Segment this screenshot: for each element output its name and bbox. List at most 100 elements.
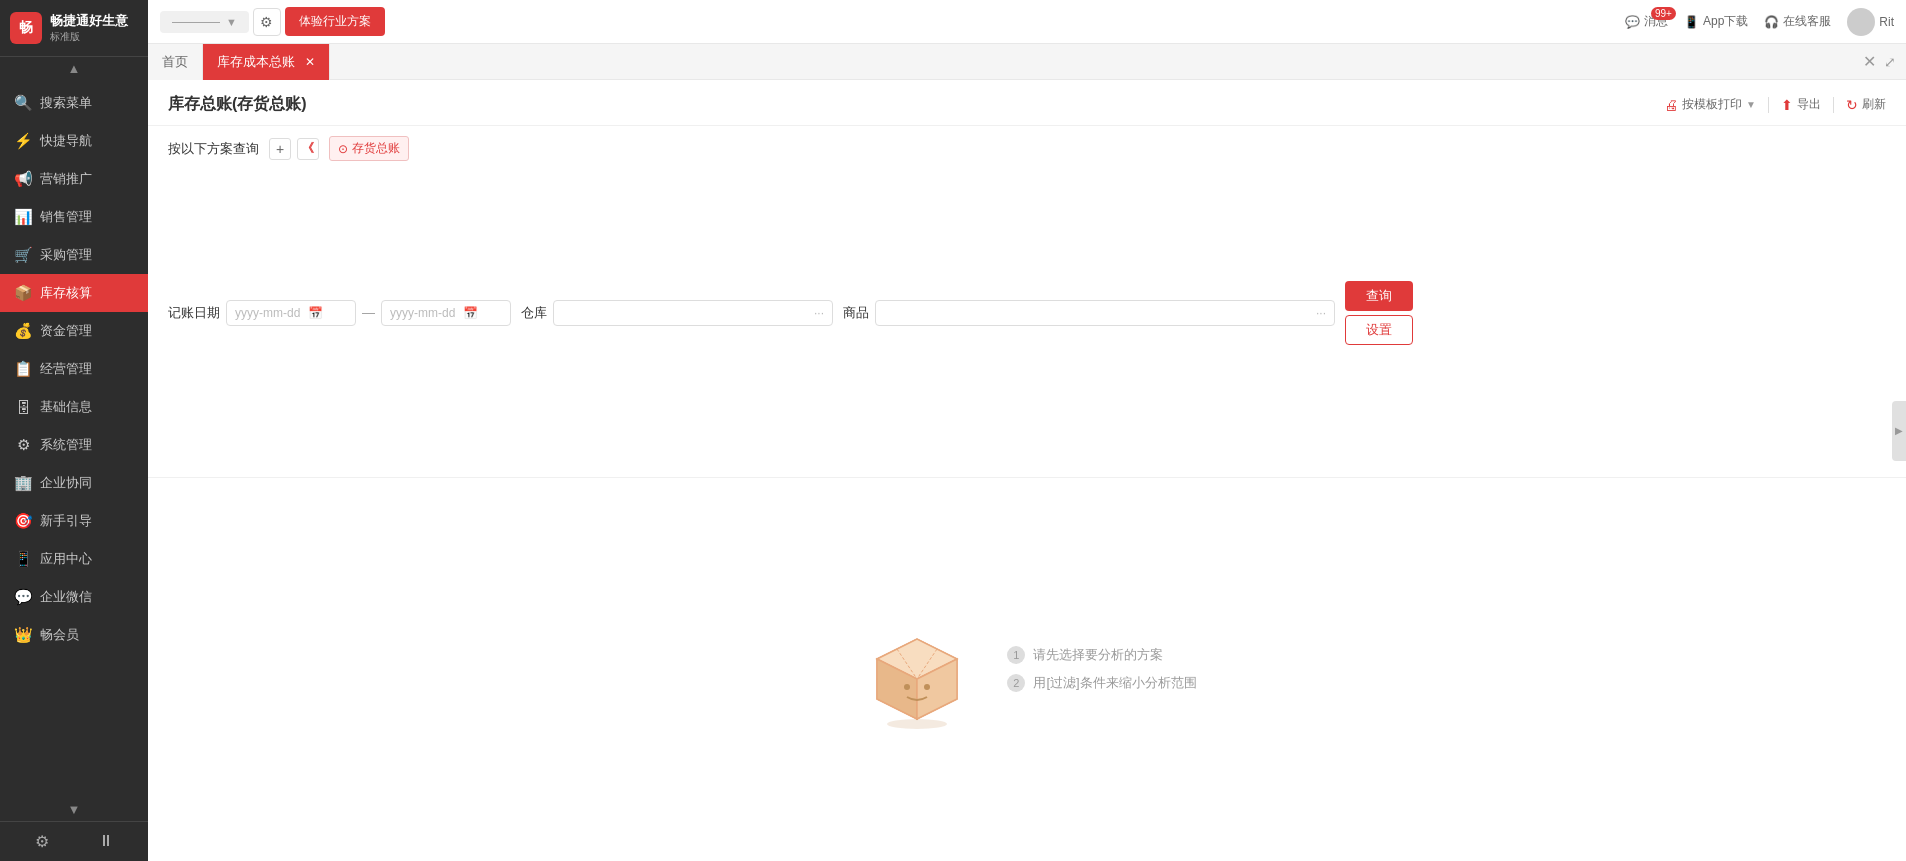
headset-icon: 🎧 (1764, 15, 1779, 29)
refresh-btn[interactable]: ↻ 刷新 (1846, 96, 1886, 113)
empty-svg (857, 609, 977, 729)
wechat-nav-icon: 💬 (14, 588, 32, 606)
sound-footer-btn[interactable]: ⏸ (98, 832, 114, 851)
sidebar-item-label: 基础信息 (40, 398, 92, 416)
filter-fields: 记账日期 yyyy-mm-dd 📅 — yyyy-mm-dd 📅 仓库 ··· (148, 161, 1906, 478)
operation-nav-icon: 📋 (14, 360, 32, 378)
printer-icon: 🖨 (1664, 97, 1678, 113)
breadcrumb[interactable]: ———— ▼ (160, 11, 249, 33)
product-field-group: 商品 ··· (843, 300, 1335, 326)
date-to-input[interactable]: yyyy-mm-dd 📅 (381, 300, 511, 326)
svg-point-7 (904, 684, 910, 690)
sidebar-item-label: 快捷导航 (40, 132, 92, 150)
avatar (1847, 8, 1875, 36)
sidebar-item-marketing[interactable]: 📢 营销推广 (0, 160, 148, 198)
system-nav-icon: ⚙ (14, 436, 32, 454)
sidebar-item-shortcut[interactable]: ⚡ 快捷导航 (0, 122, 148, 160)
page-header: 库存总账(存货总账) 🖨 按模板打印 ▼ ⬆ 导出 ↻ 刷新 (148, 80, 1906, 126)
print-btn[interactable]: 🖨 按模板打印 ▼ (1664, 96, 1756, 113)
expand-panel-icon[interactable]: ⤢ (1884, 54, 1896, 70)
sidebar-item-label: 营销推广 (40, 170, 92, 188)
tab-close-icon[interactable]: ✕ (305, 55, 315, 69)
warehouse-input[interactable]: ··· (553, 300, 833, 326)
guide-nav-icon: 🎯 (14, 512, 32, 530)
filter-scheme: ⊙ 存货总账 (329, 136, 409, 161)
sidebar: 畅 畅捷通好生意 标准版 ▲ 🔍 搜索菜单 ⚡ 快捷导航 📢 营销推广 📊 销售… (0, 0, 148, 861)
message-btn[interactable]: 💬 消息 99+ (1625, 13, 1668, 30)
topbar-settings-btn[interactable]: ⚙ (253, 8, 281, 36)
topbar-nav: ———— ▼ ⚙ 体验行业方案 (160, 7, 1617, 36)
sidebar-item-guide[interactable]: 🎯 新手引导 (0, 502, 148, 540)
close-panel-icon[interactable]: ✕ (1863, 52, 1876, 71)
filter-collapse-btn[interactable]: 《 (297, 138, 319, 160)
query-button[interactable]: 查询 (1345, 281, 1413, 311)
calendar-icon2: 📅 (463, 306, 478, 320)
tab-inventory-cost[interactable]: 库存成本总账 ✕ (203, 44, 330, 80)
app-download-label: App下载 (1703, 13, 1748, 30)
refresh-label: 刷新 (1862, 96, 1886, 113)
logo-sub: 标准版 (50, 30, 128, 43)
warehouse-field-group: 仓库 ··· (521, 300, 833, 326)
settings-button[interactable]: 设置 (1345, 315, 1413, 345)
export-btn[interactable]: ⬆ 导出 (1781, 96, 1821, 113)
filter-add-btn[interactable]: + (269, 138, 291, 160)
sidebar-item-search[interactable]: 🔍 搜索菜单 (0, 84, 148, 122)
home-tab-label: 首页 (162, 53, 188, 71)
industry-solution-button[interactable]: 体验行业方案 (285, 7, 385, 36)
scheme-item-inventory[interactable]: ⊙ 存货总账 (329, 136, 409, 161)
message-icon: 💬 (1625, 15, 1640, 29)
logo-text: 畅捷通好生意 标准版 (50, 13, 128, 43)
sidebar-footer: ⚙ ⏸ (0, 821, 148, 861)
gear-icon: ⚙ (260, 14, 273, 30)
page-content: 库存总账(存货总账) 🖨 按模板打印 ▼ ⬆ 导出 ↻ 刷新 (148, 80, 1906, 861)
product-input[interactable]: ··· (875, 300, 1335, 326)
sidebar-item-purchase[interactable]: 🛒 采购管理 (0, 236, 148, 274)
enterprise-nav-icon: 🏢 (14, 474, 32, 492)
user-profile[interactable]: Rit (1847, 8, 1894, 36)
empty-num-2: 2 (1007, 674, 1025, 692)
page-title: 库存总账(存货总账) (168, 94, 307, 115)
warehouse-label: 仓库 (521, 304, 547, 322)
date-from-input[interactable]: yyyy-mm-dd 📅 (226, 300, 356, 326)
online-service-btn[interactable]: 🎧 在线客服 (1764, 13, 1831, 30)
sidebar-item-finance[interactable]: 💰 资金管理 (0, 312, 148, 350)
basic-nav-icon: 🗄 (14, 399, 32, 416)
sidebar-item-sales[interactable]: 📊 销售管理 (0, 198, 148, 236)
sidebar-item-apps[interactable]: 📱 应用中心 (0, 540, 148, 578)
finance-nav-icon: 💰 (14, 322, 32, 340)
empty-state: 1 请先选择要分析的方案 2 用[过滤]条件来缩小分析范围 (148, 478, 1906, 862)
sidebar-item-label: 畅会员 (40, 626, 79, 644)
sidebar-item-basic[interactable]: 🗄 基础信息 (0, 388, 148, 426)
empty-hint-1: 1 请先选择要分析的方案 (1007, 646, 1196, 664)
sidebar-item-wechat[interactable]: 💬 企业微信 (0, 578, 148, 616)
date-from-placeholder: yyyy-mm-dd (235, 306, 300, 320)
action-btns: 查询 设置 (1345, 281, 1413, 345)
chevron-down-icon: ▼ (226, 16, 237, 28)
calendar-icon: 📅 (308, 306, 323, 320)
date-separator: — (362, 305, 375, 320)
sidebar-item-label: 新手引导 (40, 512, 92, 530)
scheme-label: 存货总账 (352, 140, 400, 157)
sidebar-item-operation[interactable]: 📋 经营管理 (0, 350, 148, 388)
settings-footer-btn[interactable]: ⚙ (35, 832, 49, 851)
sidebar-item-system[interactable]: ⚙ 系统管理 (0, 426, 148, 464)
sidebar-item-inventory[interactable]: 📦 库存核算 (0, 274, 148, 312)
sidebar-scroll-up[interactable]: ▲ (0, 57, 148, 80)
breadcrumb-text: ———— (172, 15, 220, 29)
tab-home[interactable]: 首页 (148, 44, 203, 80)
member-nav-icon: 👑 (14, 626, 32, 644)
sidebar-item-enterprise[interactable]: 🏢 企业协同 (0, 464, 148, 502)
apps-nav-icon: 📱 (14, 550, 32, 568)
sidebar-item-member[interactable]: 👑 畅会员 (0, 616, 148, 654)
print-label: 按模板打印 (1682, 96, 1742, 113)
export-label: 导出 (1797, 96, 1821, 113)
main-container: ———— ▼ ⚙ 体验行业方案 💬 消息 99+ 📱 App下载 🎧 在线客服 (148, 0, 1906, 861)
scheme-icon: ⊙ (338, 142, 348, 156)
purchase-nav-icon: 🛒 (14, 246, 32, 264)
divider (1768, 97, 1769, 113)
sidebar-item-label: 库存核算 (40, 284, 92, 302)
right-panel-hint[interactable]: ▶ (1892, 401, 1906, 461)
app-download-btn[interactable]: 📱 App下载 (1684, 13, 1748, 30)
print-dropdown-icon: ▼ (1746, 99, 1756, 110)
sidebar-scroll-down[interactable]: ▼ (0, 798, 148, 821)
